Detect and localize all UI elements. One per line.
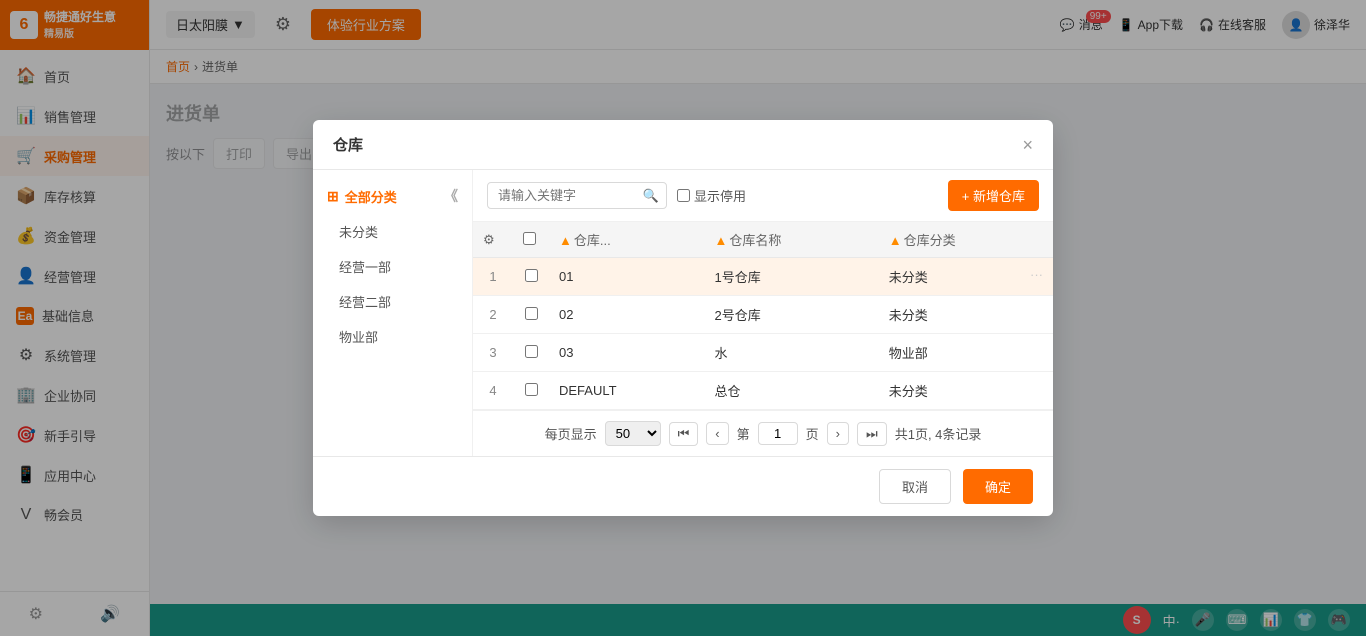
cancel-button[interactable]: 取消 [879, 469, 951, 504]
row-code: 03 [549, 334, 705, 372]
select-all-checkbox[interactable] [523, 232, 536, 245]
table-toolbar: 🔍 显示停用 + 新增仓库 [473, 170, 1053, 222]
all-categories-header[interactable]: ⊞ 全部分类 《 [313, 178, 472, 214]
table-header-row: ⚙ ▲仓库... ▲仓库名称 ▲仓库分类 [473, 222, 1053, 258]
warehouse-modal: 仓库 × ⊞ 全部分类 《 未分类 经营一部 经营二部 [313, 120, 1053, 516]
total-info: 共1页, 4条记录 [895, 424, 982, 443]
cat-item-unclassified[interactable]: 未分类 [313, 214, 472, 249]
row-checkbox-cell [513, 296, 549, 334]
th-settings: ⚙ [473, 222, 513, 258]
search-wrap: 🔍 [487, 182, 667, 209]
page-size-select[interactable]: 50 10 20 100 [605, 421, 661, 446]
row-checkbox-cell [513, 258, 549, 296]
th-checkbox [513, 222, 549, 258]
all-categories-label: 全部分类 [345, 187, 397, 206]
page-label: 第 [737, 424, 750, 443]
row-category: 物业部 [879, 334, 1053, 372]
search-icon[interactable]: 🔍 [643, 188, 659, 204]
row-category: 未分类 [879, 372, 1053, 410]
row-checkbox[interactable] [525, 307, 538, 320]
modal-header: 仓库 × [313, 120, 1053, 170]
collapse-icon[interactable]: 《 [444, 186, 458, 206]
table-area: 🔍 显示停用 + 新增仓库 ⚙ [473, 170, 1053, 456]
modal-title: 仓库 [333, 134, 363, 155]
table-scroll: ⚙ ▲仓库... ▲仓库名称 ▲仓库分类 1 01 1号仓库 未分类··· 2 [473, 222, 1053, 410]
modal-close-button[interactable]: × [1022, 136, 1033, 154]
show-disabled-wrap: 显示停用 [677, 186, 746, 205]
modal-body: ⊞ 全部分类 《 未分类 经营一部 经营二部 物业部 [313, 170, 1053, 456]
row-code: DEFAULT [549, 372, 705, 410]
row-num: 1 [473, 258, 513, 296]
first-page-button[interactable]: ⏮ [669, 422, 699, 446]
row-checkbox[interactable] [525, 269, 538, 282]
row-checkbox[interactable] [525, 345, 538, 358]
table-row[interactable]: 1 01 1号仓库 未分类··· [473, 258, 1053, 296]
row-num: 4 [473, 372, 513, 410]
row-num: 3 [473, 334, 513, 372]
cat-item-dept1[interactable]: 经营一部 [313, 249, 472, 284]
last-page-button[interactable]: ⏭ [857, 422, 887, 446]
th-category: ▲仓库分类 [879, 222, 1053, 258]
confirm-button[interactable]: 确定 [963, 469, 1033, 504]
page-unit: 页 [806, 424, 819, 443]
grid-icon: ⊞ [327, 188, 339, 205]
warehouse-table: ⚙ ▲仓库... ▲仓库名称 ▲仓库分类 1 01 1号仓库 未分类··· 2 [473, 222, 1053, 410]
page-size-label: 每页显示 [545, 424, 597, 443]
next-page-button[interactable]: › [827, 422, 849, 445]
add-warehouse-button[interactable]: + 新增仓库 [948, 180, 1039, 211]
row-name: 水 [705, 334, 879, 372]
row-name: 总仓 [705, 372, 879, 410]
row-name: 1号仓库 [705, 258, 879, 296]
row-name: 2号仓库 [705, 296, 879, 334]
table-row[interactable]: 2 02 2号仓库 未分类 [473, 296, 1053, 334]
row-code: 02 [549, 296, 705, 334]
row-num: 2 [473, 296, 513, 334]
cat-item-property[interactable]: 物业部 [313, 319, 472, 354]
row-category: 未分类 [879, 296, 1053, 334]
pagination: 每页显示 50 10 20 100 ⏮ ‹ 第 页 › ⏭ 共1页, 4条记录 [473, 410, 1053, 456]
row-more-button[interactable]: ··· [1030, 267, 1043, 282]
row-code: 01 [549, 258, 705, 296]
table-row[interactable]: 4 DEFAULT 总仓 未分类 [473, 372, 1053, 410]
modal-overlay: 仓库 × ⊞ 全部分类 《 未分类 经营一部 经营二部 [0, 0, 1366, 636]
cat-item-dept2[interactable]: 经营二部 [313, 284, 472, 319]
table-row[interactable]: 3 03 水 物业部 [473, 334, 1053, 372]
page-input[interactable] [758, 422, 798, 445]
modal-footer: 取消 确定 [313, 456, 1053, 516]
show-disabled-label: 显示停用 [694, 186, 746, 205]
prev-page-button[interactable]: ‹ [706, 422, 728, 445]
show-disabled-checkbox[interactable] [677, 189, 690, 202]
row-category: 未分类··· [879, 258, 1053, 296]
row-checkbox-cell [513, 334, 549, 372]
category-sidebar: ⊞ 全部分类 《 未分类 经营一部 经营二部 物业部 [313, 170, 473, 456]
search-input[interactable] [487, 182, 667, 209]
row-checkbox-cell [513, 372, 549, 410]
row-checkbox[interactable] [525, 383, 538, 396]
th-name: ▲仓库名称 [705, 222, 879, 258]
th-code: ▲仓库... [549, 222, 705, 258]
